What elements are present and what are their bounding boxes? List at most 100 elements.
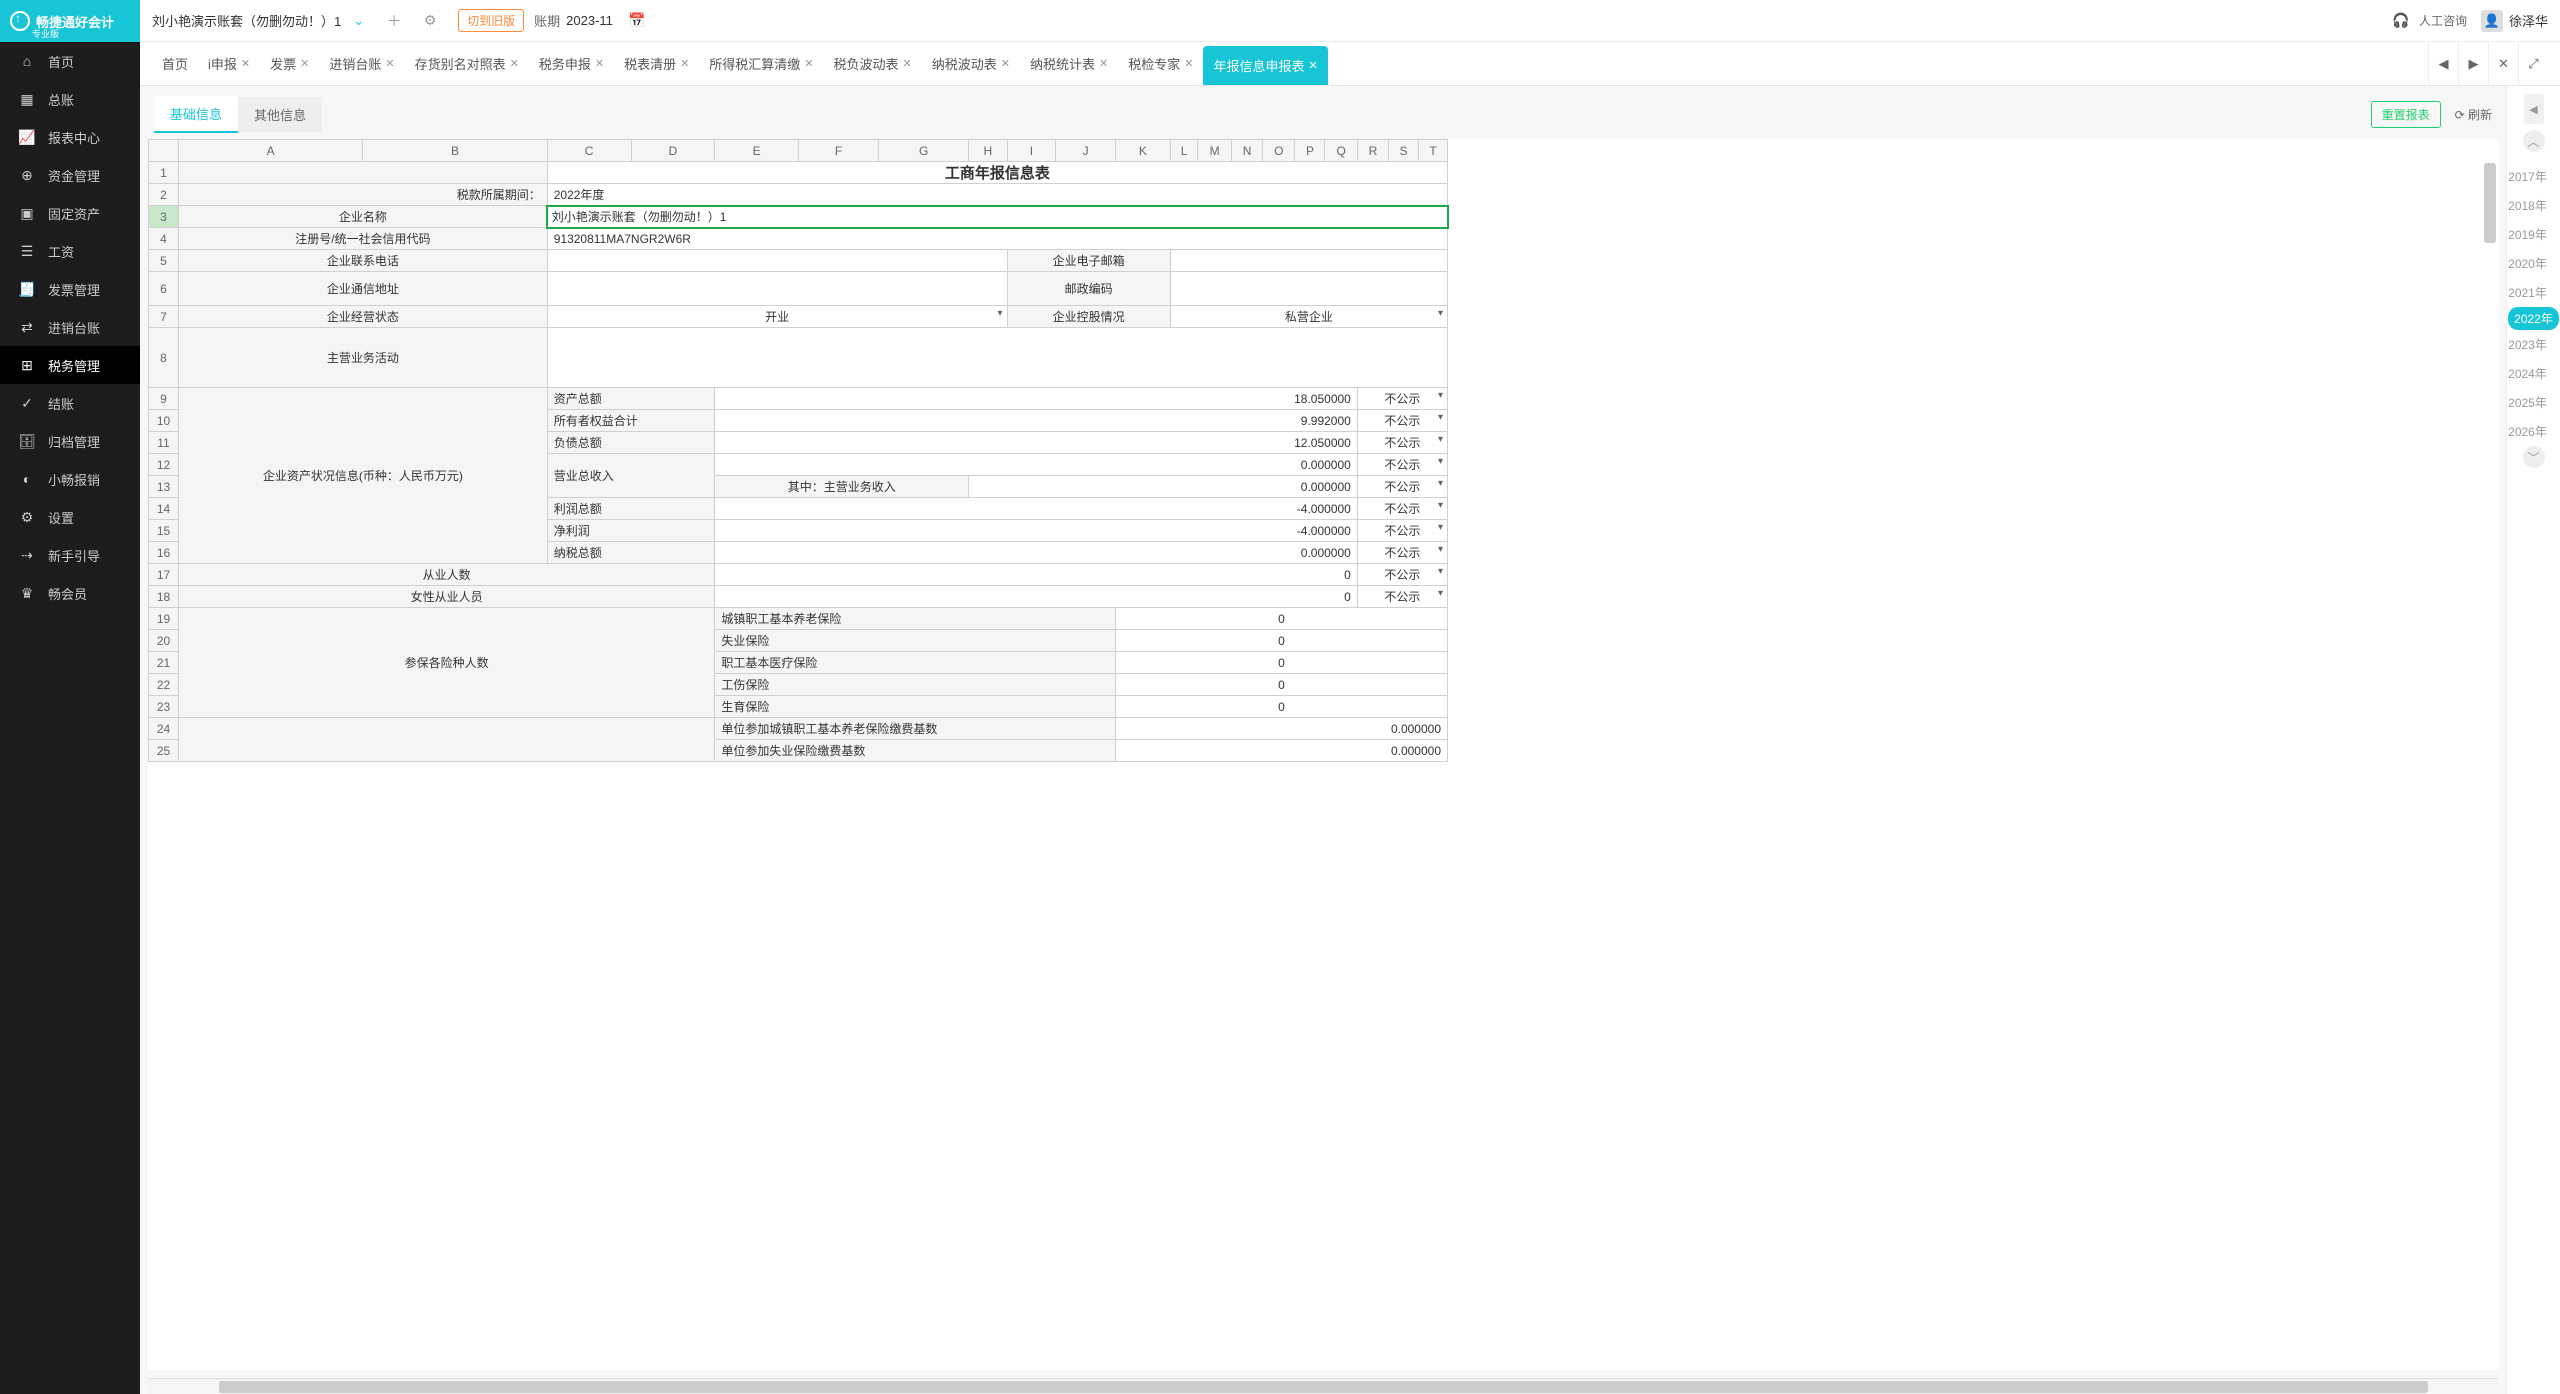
support-link[interactable]: 人工咨询 <box>2419 12 2467 29</box>
year-item[interactable]: 2023年 <box>2508 330 2559 359</box>
tab-close-icon[interactable]: ✕ <box>1308 59 1317 72</box>
nav-item-9[interactable]: ✓结账 <box>0 384 140 422</box>
nav-icon: ⊕ <box>18 166 36 184</box>
col-header[interactable]: A <box>179 140 363 162</box>
tab-2[interactable]: 发票✕ <box>260 42 319 86</box>
nav-item-0[interactable]: ⌂首页 <box>0 42 140 80</box>
nav-item-13[interactable]: ⇢新手引导 <box>0 536 140 574</box>
account-chevron-icon[interactable]: ⌄ <box>353 13 364 29</box>
tab-8[interactable]: 税负波动表✕ <box>824 42 922 86</box>
tab-close-icon[interactable]: ✕ <box>1001 57 1010 70</box>
year-down-icon[interactable]: ﹀ <box>2523 446 2545 468</box>
old-version-button[interactable]: 切到旧版 <box>458 9 524 32</box>
year-up-icon[interactable]: ︿ <box>2523 130 2545 152</box>
panel-collapse-icon[interactable]: ◀ <box>2524 94 2544 124</box>
reset-report-button[interactable]: 重置报表 <box>2371 101 2441 128</box>
holding-select[interactable]: 私营企业 <box>1170 306 1447 328</box>
vertical-scrollbar[interactable] <box>2484 163 2496 243</box>
tab-expand-icon[interactable]: ⤢ <box>2518 42 2548 86</box>
tab-0[interactable]: 首页 <box>152 42 198 86</box>
year-item[interactable]: 2022年 <box>2508 307 2559 330</box>
col-header[interactable]: G <box>879 140 969 162</box>
year-item[interactable]: 2020年 <box>2508 249 2559 278</box>
account-selector[interactable]: 刘小艳演示账套（勿删勿动！）1 <box>152 11 341 30</box>
tab-5[interactable]: 税务申报✕ <box>529 42 614 86</box>
year-item[interactable]: 2024年 <box>2508 359 2559 388</box>
year-item[interactable]: 2026年 <box>2508 417 2559 446</box>
tab-4[interactable]: 存货别名对照表✕ <box>405 42 529 86</box>
col-header[interactable]: E <box>715 140 799 162</box>
horizontal-scrollbar[interactable] <box>148 1378 2498 1394</box>
year-item[interactable]: 2018年 <box>2508 191 2559 220</box>
pub-select[interactable]: 不公示 <box>1357 388 1447 410</box>
col-header[interactable]: F <box>798 140 878 162</box>
col-header[interactable]: S <box>1389 140 1419 162</box>
subtab-other[interactable]: 其他信息 <box>238 97 322 132</box>
period-value[interactable]: 2023-11 <box>566 13 613 28</box>
col-header[interactable]: R <box>1357 140 1388 162</box>
year-item[interactable]: 2025年 <box>2508 388 2559 417</box>
refresh-button[interactable]: ⟳ 刷新 <box>2455 106 2492 123</box>
tab-close-icon[interactable]: ✕ <box>595 57 604 70</box>
avatar[interactable]: 👤 <box>2481 10 2503 32</box>
col-header[interactable]: L <box>1170 140 1198 162</box>
calendar-icon[interactable]: 📅 <box>625 9 649 33</box>
tab-10[interactable]: 纳税统计表✕ <box>1020 42 1118 86</box>
col-header[interactable]: K <box>1115 140 1170 162</box>
company-name-cell[interactable]: 刘小艳演示账套（勿删勿动！）1 <box>547 206 1447 228</box>
col-header[interactable] <box>149 140 179 162</box>
tab-6[interactable]: 税表清册✕ <box>614 42 699 86</box>
user-name[interactable]: 徐泽华 <box>2509 11 2548 30</box>
year-item[interactable]: 2021年 <box>2508 278 2559 307</box>
col-header[interactable]: H <box>969 140 1007 162</box>
tab-prev-icon[interactable]: ◀ <box>2428 42 2458 86</box>
tab-close-icon[interactable]: ✕ <box>510 57 519 70</box>
tab-11[interactable]: 税检专家✕ <box>1118 42 1203 86</box>
col-header[interactable]: N <box>1231 140 1262 162</box>
col-header[interactable]: O <box>1263 140 1295 162</box>
nav-item-3[interactable]: ⊕资金管理 <box>0 156 140 194</box>
tab-close-icon[interactable]: ✕ <box>1099 57 1108 70</box>
tab-close-icon[interactable]: ✕ <box>385 57 394 70</box>
col-header[interactable]: M <box>1198 140 1232 162</box>
nav-item-6[interactable]: 🧾发票管理 <box>0 270 140 308</box>
tab-9[interactable]: 纳税波动表✕ <box>922 42 1020 86</box>
tab-next-icon[interactable]: ▶ <box>2458 42 2488 86</box>
tab-close-icon[interactable]: ✕ <box>903 57 912 70</box>
col-header[interactable]: J <box>1056 140 1115 162</box>
settings-icon[interactable]: ⚙ <box>418 9 442 33</box>
col-header[interactable]: C <box>547 140 631 162</box>
col-header[interactable]: I <box>1007 140 1056 162</box>
tab-12[interactable]: 年报信息申报表✕ <box>1203 46 1327 86</box>
year-item[interactable]: 2019年 <box>2508 220 2559 249</box>
col-header[interactable]: T <box>1419 140 1448 162</box>
nav-item-8[interactable]: ⊞税务管理 <box>0 346 140 384</box>
col-header[interactable]: P <box>1295 140 1325 162</box>
nav-item-7[interactable]: ⇄进销台账 <box>0 308 140 346</box>
tab-3[interactable]: 进销台账✕ <box>319 42 404 86</box>
tab-close-icon[interactable]: ✕ <box>680 57 689 70</box>
col-header[interactable]: Q <box>1325 140 1357 162</box>
nav-item-1[interactable]: ▦总账 <box>0 80 140 118</box>
subtab-basic[interactable]: 基础信息 <box>154 96 238 133</box>
nav-item-11[interactable]: ◐小畅报销 <box>0 460 140 498</box>
nav-item-12[interactable]: ⚙设置 <box>0 498 140 536</box>
col-header[interactable]: D <box>631 140 715 162</box>
year-item[interactable]: 2017年 <box>2508 162 2559 191</box>
tab-7[interactable]: 所得税汇算清缴✕ <box>699 42 823 86</box>
col-header[interactable]: B <box>363 140 547 162</box>
nav-item-10[interactable]: 🗄归档管理 <box>0 422 140 460</box>
add-icon[interactable]: ＋ <box>382 9 406 33</box>
nav-item-4[interactable]: ▣固定资产 <box>0 194 140 232</box>
nav-item-2[interactable]: 📈报表中心 <box>0 118 140 156</box>
spreadsheet[interactable]: ABCDEFGHIJKLMNOPQRST 1工商年报信息表 2税款所属期间：20… <box>148 139 2498 1370</box>
tab-close-icon[interactable]: ✕ <box>2488 42 2518 86</box>
tab-close-icon[interactable]: ✕ <box>1184 57 1193 70</box>
tab-close-icon[interactable]: ✕ <box>241 57 250 70</box>
nav-item-14[interactable]: ♛畅会员 <box>0 574 140 612</box>
tab-1[interactable]: i申报✕ <box>198 42 260 86</box>
nav-item-5[interactable]: ☰工资 <box>0 232 140 270</box>
status-select[interactable]: 开业 <box>547 306 1007 328</box>
tab-close-icon[interactable]: ✕ <box>300 57 309 70</box>
tab-close-icon[interactable]: ✕ <box>804 57 813 70</box>
